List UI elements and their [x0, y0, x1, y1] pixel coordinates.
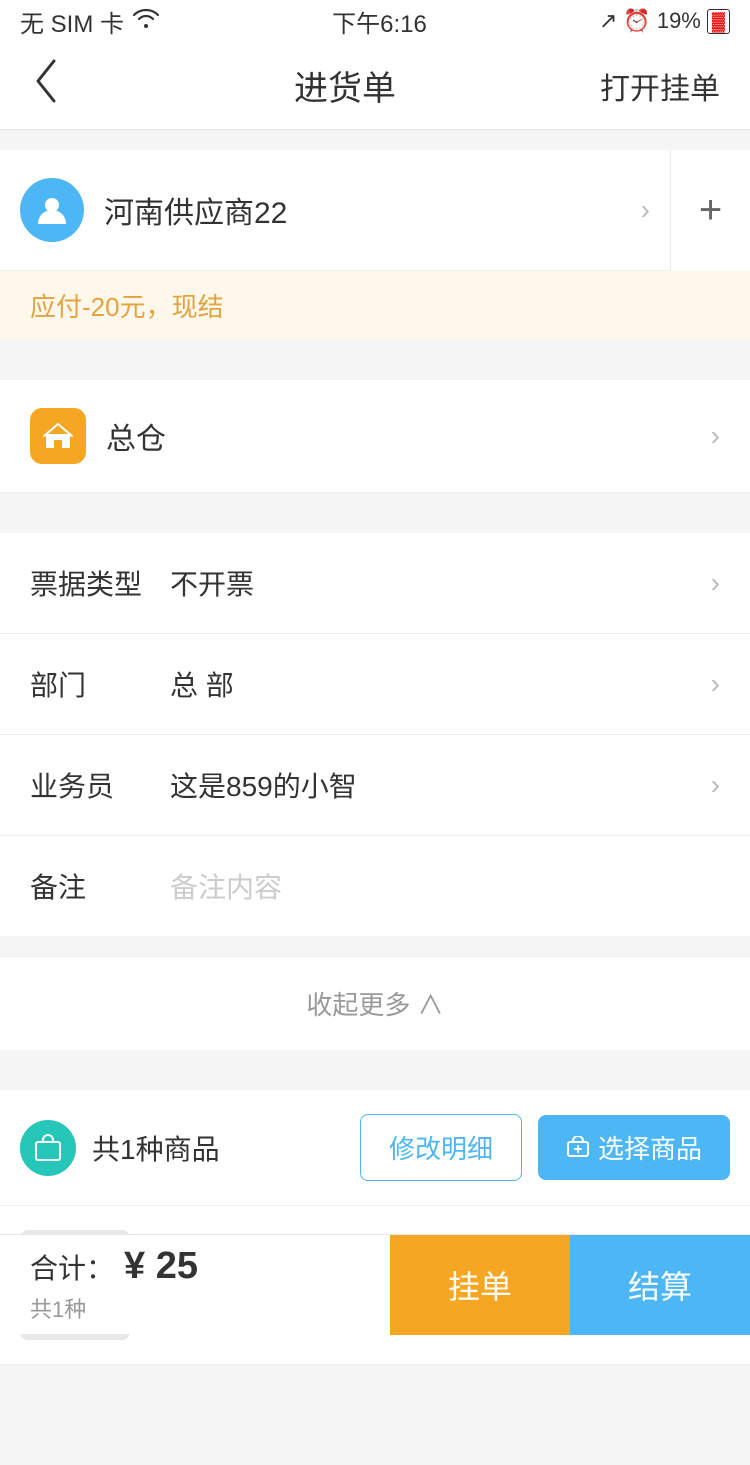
total-amount: ¥ 25	[124, 1245, 198, 1288]
battery-text: 19%	[657, 8, 701, 34]
location-icon: ↗	[599, 8, 617, 34]
status-time: 下午6:16	[332, 4, 427, 39]
select-product-button[interactable]: 选择商品	[538, 1115, 730, 1180]
notice-bar: 应付-20元，现结	[0, 271, 750, 340]
battery-icon: ▓	[707, 9, 730, 34]
supplier-row[interactable]: 河南供应商22 ›	[0, 150, 670, 271]
department-row[interactable]: 部门 总 部 ›	[0, 634, 750, 735]
supplier-avatar	[20, 178, 84, 242]
invoice-type-label: 票据类型	[30, 563, 150, 603]
alarm-icon: ⏰	[623, 8, 650, 34]
salesperson-row[interactable]: 业务员 这是859的小智 ›	[0, 735, 750, 836]
collapse-button[interactable]: 收起更多 ∧	[0, 956, 750, 1050]
salesperson-value: 这是859的小智	[170, 765, 701, 805]
status-right: ↗ ⏰ 19% ▓	[599, 8, 730, 34]
remark-value[interactable]: 备注内容	[170, 866, 720, 906]
supplier-name: 河南供应商22	[104, 188, 631, 232]
remark-label: 备注	[30, 866, 150, 906]
department-label: 部门	[30, 664, 150, 704]
salesperson-chevron: ›	[711, 769, 720, 801]
warehouse-row[interactable]: 总仓 ›	[0, 380, 750, 493]
page-title: 进货单	[294, 61, 396, 110]
nav-bar: 进货单 打开挂单	[0, 42, 750, 130]
invoice-type-value: 不开票	[170, 563, 701, 603]
products-header: 共1种商品 修改明细 选择商品	[0, 1090, 750, 1206]
supplier-chevron: ›	[641, 194, 650, 226]
invoice-type-row[interactable]: 票据类型 不开票 ›	[0, 533, 750, 634]
wifi-icon	[132, 7, 160, 35]
sim-status: 无 SIM 卡	[20, 4, 124, 39]
products-count: 共1种商品	[92, 1128, 360, 1168]
select-product-label: 选择商品	[598, 1129, 702, 1166]
add-supplier-button[interactable]: +	[670, 150, 750, 271]
form-section: 票据类型 不开票 › 部门 总 部 › 业务员 这是859的小智 › 备注 备注…	[0, 533, 750, 936]
products-icon	[20, 1120, 76, 1176]
department-value: 总 部	[170, 664, 701, 704]
warehouse-name: 总仓	[106, 414, 701, 458]
status-bar: 无 SIM 卡 下午6:16 ↗ ⏰ 19% ▓	[0, 0, 750, 42]
open-pending-button[interactable]: 打开挂单	[600, 64, 720, 108]
department-chevron: ›	[711, 668, 720, 700]
checkout-button[interactable]: 结算	[570, 1235, 750, 1335]
bottom-total: 合计： ¥ 25 共1种	[0, 1245, 390, 1324]
total-label: 合计： ¥ 25	[30, 1245, 360, 1288]
bottom-bar: 合计： ¥ 25 共1种 挂单 结算	[0, 1234, 750, 1334]
modify-details-button[interactable]: 修改明细	[360, 1114, 522, 1181]
invoice-type-chevron: ›	[711, 567, 720, 599]
hang-order-button[interactable]: 挂单	[390, 1235, 570, 1335]
warehouse-icon	[30, 408, 86, 464]
remark-row[interactable]: 备注 备注内容	[0, 836, 750, 936]
status-left: 无 SIM 卡	[20, 4, 160, 39]
supplier-section: 河南供应商22 › +	[0, 150, 750, 271]
total-text: 合计：	[30, 1247, 114, 1287]
salesperson-label: 业务员	[30, 765, 150, 805]
warehouse-chevron: ›	[711, 420, 720, 452]
total-count: 共1种	[30, 1292, 360, 1324]
back-button[interactable]	[30, 57, 90, 114]
